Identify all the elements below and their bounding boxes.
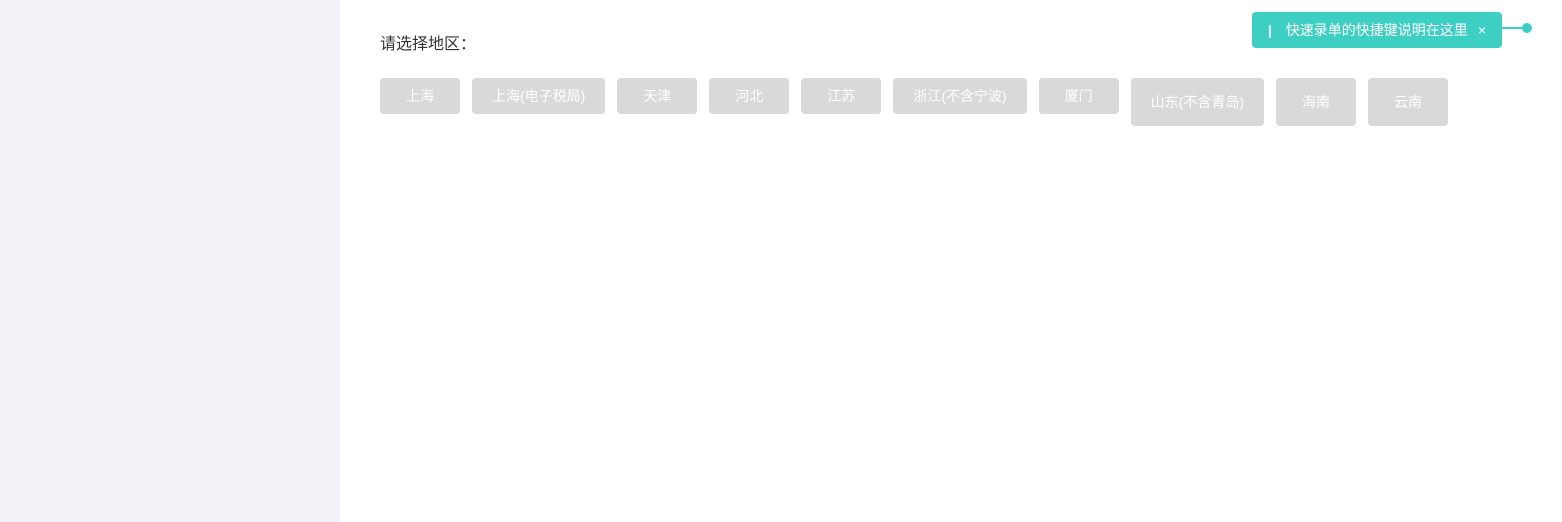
region-buttons: 上海上海(电子税局) 天津河北江苏浙江(不含宁波) 厦门 山东(不含青岛)海南云南 xyxy=(380,78,1522,126)
tooltip-close-button[interactable]: × xyxy=(1478,23,1486,37)
region-btn-shanghai[interactable]: 上海 xyxy=(380,78,460,114)
tooltip-dot xyxy=(1522,23,1532,33)
region-row-2: 山东(不含青岛)海南云南 xyxy=(1131,78,1448,126)
region-btn-shandong[interactable]: 山东(不含青岛) xyxy=(1131,78,1264,126)
region-btn-jiangsu[interactable]: 江苏 xyxy=(801,78,881,114)
region-btn-zhejiang[interactable]: 浙江(不含宁波) xyxy=(893,78,1026,114)
region-btn-hebei[interactable]: 河北 xyxy=(709,78,789,114)
main-content: 请选择地区： 上海上海(电子税局)天津河北江苏浙江(不含宁波)厦门 山东(不含青… xyxy=(340,0,1562,522)
region-row-1: 上海上海(电子税局) 天津河北江苏浙江(不含宁波) 厦门 xyxy=(380,78,1119,114)
region-btn-shanghai-etax[interactable]: 上海(电子税局) xyxy=(472,78,605,114)
region-btn-yunnan[interactable]: 云南 xyxy=(1368,78,1448,126)
region-btn-tianjin[interactable]: 天津 xyxy=(617,78,697,114)
region-btn-xiamen[interactable]: 厦门 xyxy=(1039,78,1119,114)
tooltip-text: 快速录单的快捷键说明在这里 xyxy=(1286,20,1468,40)
sidebar xyxy=(0,0,340,522)
tooltip-banner: 快速录单的快捷键说明在这里 × xyxy=(1252,12,1502,48)
region-btn-hainan[interactable]: 海南 xyxy=(1276,78,1356,126)
